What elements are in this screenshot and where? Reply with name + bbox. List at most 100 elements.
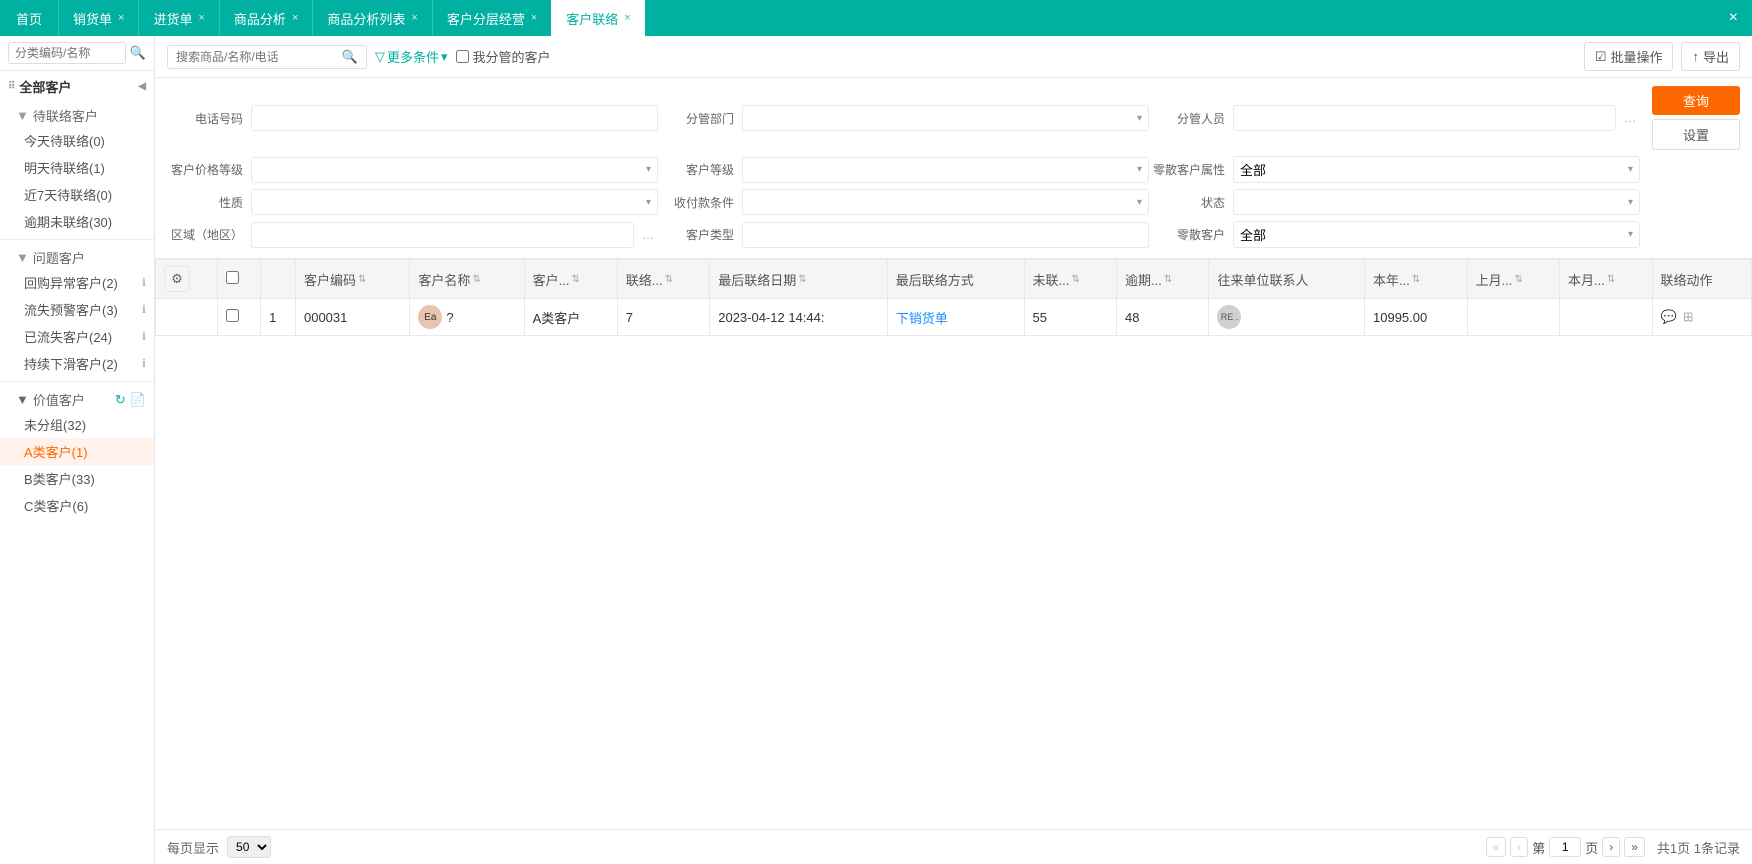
gear-icon[interactable]: ⚙ bbox=[164, 266, 190, 292]
cust-type-field[interactable] bbox=[749, 228, 1142, 242]
collapse-icon[interactable]: ◀ bbox=[138, 81, 146, 92]
batch-ops-button[interactable]: ☑ 批量操作 bbox=[1584, 42, 1674, 71]
col-no-contact-label: 未联... bbox=[1033, 270, 1070, 289]
sidebar-item-unsorted[interactable]: 未分组(32) bbox=[0, 411, 154, 438]
sidebar-item-repurchase[interactable]: 回购异常客户(2) ℹ bbox=[0, 269, 154, 296]
filter-cell-region: 区域（地区） … bbox=[167, 222, 658, 248]
sidebar-item-repurchase-label: 回购异常客户(2) bbox=[24, 273, 118, 292]
pending-contact-group[interactable]: ▼ 待联络客户 bbox=[0, 102, 154, 127]
sidebar-item-b-class-label: B类客户(33) bbox=[24, 469, 95, 488]
nav-tab-close-0[interactable]: × bbox=[118, 12, 124, 24]
col-code-sort[interactable]: 客户编码 ⇅ bbox=[304, 270, 366, 289]
sidebar-item-lost-warn[interactable]: 流失预警客户(3) ℹ bbox=[0, 296, 154, 323]
nature-select[interactable]: ▾ bbox=[251, 189, 658, 215]
nav-home[interactable]: 首页 bbox=[0, 0, 58, 36]
filter-icon: ▽ bbox=[375, 49, 385, 65]
manager-dots[interactable]: … bbox=[1620, 111, 1640, 125]
col-contact-sort[interactable]: 联络... ⇅ bbox=[626, 270, 673, 289]
col-gear: ⚙ bbox=[156, 260, 218, 299]
setting-button[interactable]: 设置 bbox=[1652, 119, 1740, 150]
nav-tab-1[interactable]: 进货单 × bbox=[138, 0, 218, 36]
nav-tab-close-2[interactable]: × bbox=[292, 12, 298, 24]
cust-type-label: 客户类型 bbox=[658, 226, 738, 243]
nav-tab-0[interactable]: 销货单 × bbox=[58, 0, 138, 36]
filter-more-btn[interactable]: ▽ 更多条件 ▾ bbox=[375, 47, 448, 66]
manager-input[interactable] bbox=[1233, 105, 1616, 131]
sidebar-item-declining[interactable]: 持续下滑客户(2) ℹ bbox=[0, 350, 154, 377]
region-input-field[interactable] bbox=[258, 228, 627, 242]
manager-input-field[interactable] bbox=[1240, 111, 1609, 125]
sidebar-item-a-class[interactable]: A类客户(1) bbox=[0, 438, 154, 465]
mine-checkbox-input[interactable] bbox=[456, 50, 469, 63]
nav-tab-4[interactable]: 客户分层经营 × bbox=[432, 0, 551, 36]
col-type-label: 客户... bbox=[533, 270, 570, 289]
sort-icon-name: ⇅ bbox=[472, 274, 480, 285]
filter-search-icon[interactable]: 🔍 bbox=[342, 49, 358, 65]
action-grid-icon[interactable]: ⊞ bbox=[1683, 309, 1694, 325]
page-last-btn[interactable]: » bbox=[1624, 837, 1645, 857]
td-name: Ea ? bbox=[410, 299, 524, 336]
action-chat-icon[interactable]: 💬 bbox=[1661, 309, 1677, 325]
page-next-btn[interactable]: › bbox=[1602, 837, 1620, 857]
phone-input[interactable] bbox=[251, 105, 658, 131]
col-this-month-sort[interactable]: 本月... ⇅ bbox=[1568, 270, 1615, 289]
nav-tab-close-3[interactable]: × bbox=[411, 12, 417, 24]
filter-row-1: 电话号码 分管部门 ▾ 分管人员 … 查询 设置 bbox=[167, 86, 1740, 150]
col-this-year-sort[interactable]: 本年... ⇅ bbox=[1373, 270, 1420, 289]
select-all-checkbox[interactable] bbox=[226, 271, 239, 284]
col-overdue-sort[interactable]: 逾期... ⇅ bbox=[1125, 270, 1172, 289]
cust-level-select[interactable]: ▾ bbox=[742, 157, 1149, 183]
sidebar-search-input[interactable] bbox=[8, 42, 126, 64]
page-size-select[interactable]: 50 bbox=[227, 836, 271, 858]
dept-select[interactable]: ▾ bbox=[742, 105, 1149, 131]
sidebar-item-today[interactable]: 今天待联络(0) bbox=[0, 127, 154, 154]
col-name-sort[interactable]: 客户名称 ⇅ bbox=[418, 270, 480, 289]
col-last-month-sort[interactable]: 上月... ⇅ bbox=[1476, 270, 1523, 289]
region-dots[interactable]: … bbox=[638, 228, 658, 242]
sidebar-item-tomorrow[interactable]: 明天待联络(1) bbox=[0, 154, 154, 181]
nav-global-close[interactable]: × bbox=[1715, 0, 1752, 36]
sidebar-search-icon[interactable]: 🔍 bbox=[130, 45, 146, 61]
value-group[interactable]: ▼ 价值客户 ↻ 📄 bbox=[0, 386, 154, 411]
cust-level-label: 客户等级 bbox=[658, 161, 738, 178]
retail-attr-select[interactable]: 全部 ▾ bbox=[1233, 156, 1640, 183]
batch-checkbox-icon: ☑ bbox=[1595, 49, 1607, 65]
col-last-date-sort[interactable]: 最后联络日期 ⇅ bbox=[718, 270, 806, 289]
payment-select[interactable]: ▾ bbox=[742, 189, 1149, 215]
sidebar-item-b-class[interactable]: B类客户(33) bbox=[0, 465, 154, 492]
refresh-icon[interactable]: ↻ bbox=[115, 392, 126, 408]
filter-row-4: 区域（地区） … 客户类型 零散客户 全部 ▾ bbox=[167, 221, 1740, 248]
price-level-select[interactable]: ▾ bbox=[251, 157, 658, 183]
cust-type-input[interactable] bbox=[742, 222, 1149, 248]
nav-tab-close-4[interactable]: × bbox=[531, 12, 537, 24]
status-select[interactable]: ▾ bbox=[1233, 189, 1640, 215]
add-icon[interactable]: 📄 bbox=[130, 392, 146, 408]
page-first-btn[interactable]: « bbox=[1486, 837, 1507, 857]
col-last-date-label: 最后联络日期 bbox=[718, 270, 796, 289]
query-button[interactable]: 查询 bbox=[1652, 86, 1740, 115]
page-prev-btn[interactable]: ‹ bbox=[1510, 837, 1528, 857]
col-type-sort[interactable]: 客户... ⇅ bbox=[533, 270, 580, 289]
problem-group[interactable]: ▼ 问题客户 bbox=[0, 244, 154, 269]
nav-tab-2[interactable]: 商品分析 × bbox=[219, 0, 312, 36]
sidebar-item-7days[interactable]: 近7天待联络(0) bbox=[0, 181, 154, 208]
phone-input-field[interactable] bbox=[258, 111, 651, 125]
last-method-link[interactable]: 下销货单 bbox=[896, 311, 948, 326]
sidebar-all-customers[interactable]: ⠿ 全部客户 ◀ bbox=[0, 71, 154, 102]
filter-search-input[interactable] bbox=[176, 50, 338, 64]
region-input[interactable] bbox=[251, 222, 634, 248]
nav-tab-close-5[interactable]: × bbox=[624, 12, 630, 24]
page-input[interactable] bbox=[1549, 837, 1581, 857]
sidebar-item-overdue[interactable]: 逾期未联络(30) bbox=[0, 208, 154, 235]
sidebar-item-lost[interactable]: 已流失客户(24) ℹ bbox=[0, 323, 154, 350]
retail-cust-select[interactable]: 全部 ▾ bbox=[1233, 221, 1640, 248]
col-no-contact-sort[interactable]: 未联... ⇅ bbox=[1033, 270, 1080, 289]
row-checkbox[interactable] bbox=[226, 309, 239, 322]
nav-tab-close-1[interactable]: × bbox=[198, 12, 204, 24]
sidebar-divider-1 bbox=[0, 239, 154, 240]
export-button[interactable]: ↑ 导出 bbox=[1681, 42, 1740, 71]
filter-mine-checkbox[interactable]: 我分管的客户 bbox=[456, 47, 551, 66]
nav-tab-5[interactable]: 客户联络 × bbox=[551, 0, 644, 36]
nav-tab-3[interactable]: 商品分析列表 × bbox=[312, 0, 431, 36]
sidebar-item-c-class[interactable]: C类客户(6) bbox=[0, 492, 154, 519]
